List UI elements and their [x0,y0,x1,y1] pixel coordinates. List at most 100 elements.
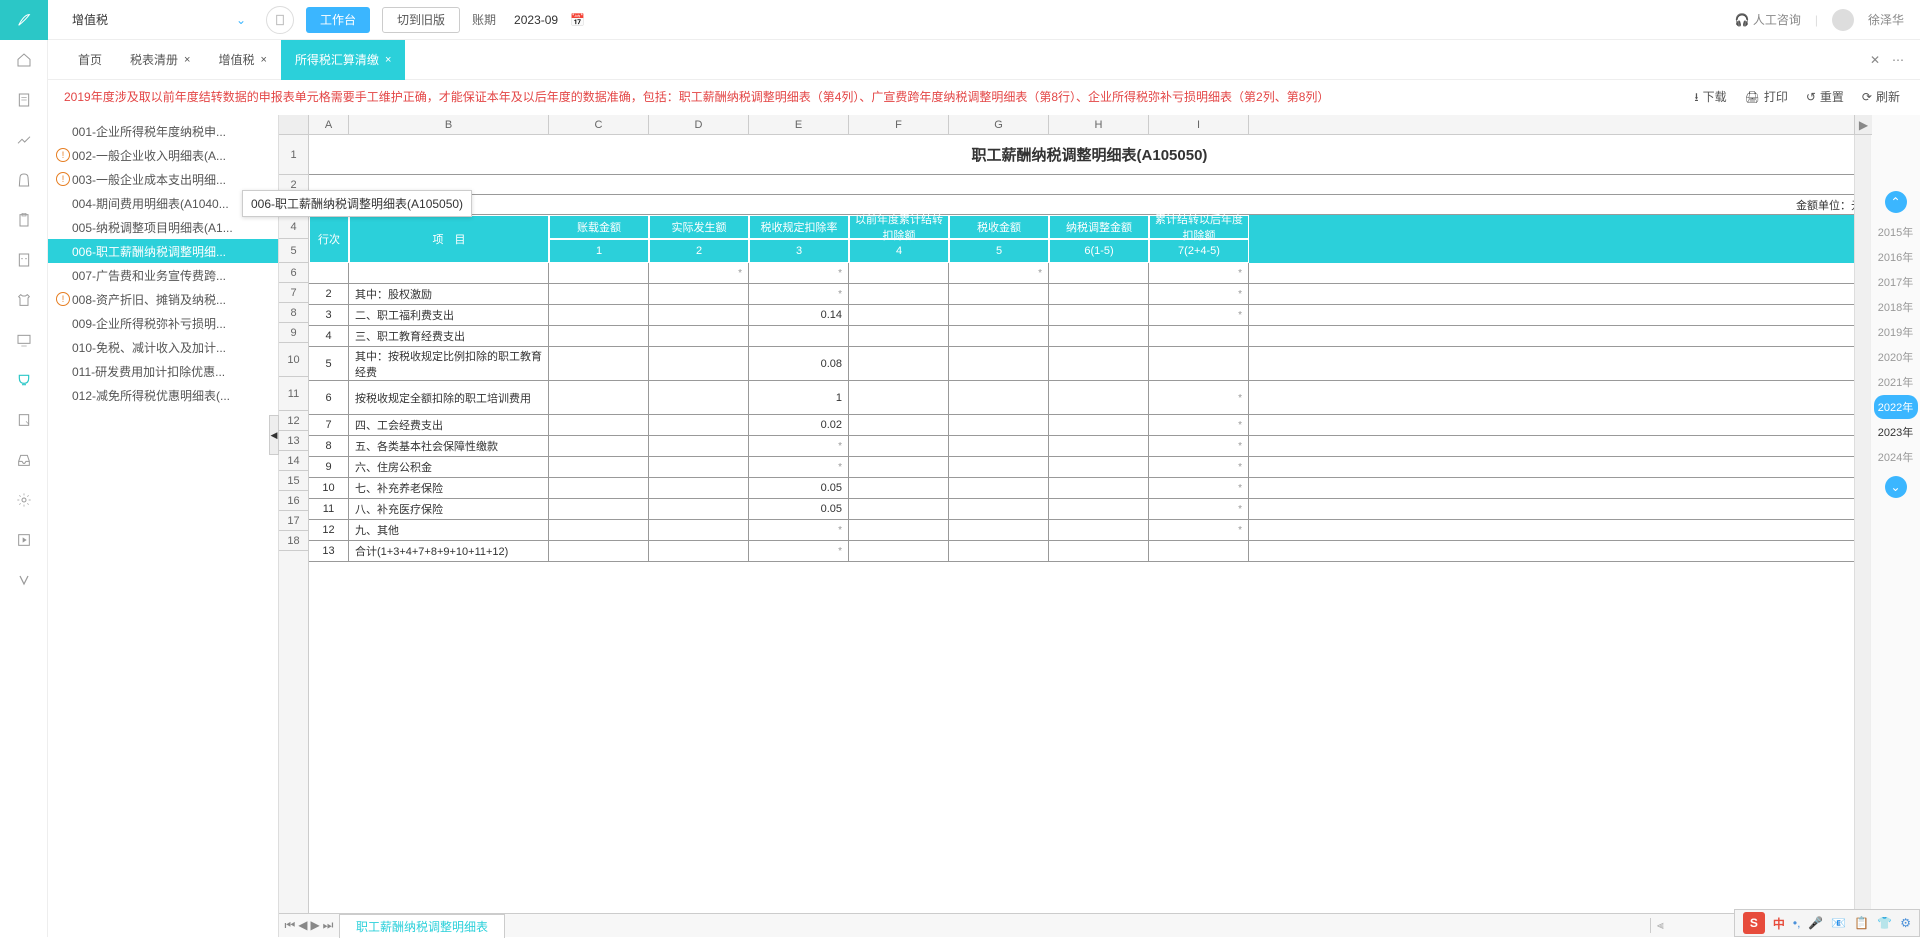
cell[interactable] [649,305,749,325]
cell[interactable]: 10 [309,478,349,498]
nav-bag-icon[interactable] [0,160,48,200]
col-header[interactable]: E [749,115,849,134]
col-header[interactable]: D [649,115,749,134]
tab-close-icon[interactable]: × [260,54,266,66]
cell[interactable]: 1 [749,381,849,415]
cell[interactable] [749,326,849,346]
download-button[interactable]: ⭳下载 [1694,88,1726,107]
cell[interactable] [1149,415,1249,435]
toc-item[interactable]: 001-企业所得税年度纳税申... [48,119,278,143]
cell[interactable] [849,381,949,415]
row-header[interactable]: 11 [279,377,308,411]
cell[interactable] [949,415,1049,435]
toc-item[interactable]: 005-纳税调整项目明细表(A1... [48,215,278,239]
cell[interactable] [749,541,849,561]
row-header[interactable]: 18 [279,531,308,551]
cell[interactable] [1149,541,1249,561]
cell[interactable] [649,541,749,561]
grid-cells[interactable]: 职工薪酬纳税调整明细表(A105050) 金额单位：元 行次项 目账载金额实际发… [309,135,1870,913]
cell[interactable] [1049,263,1149,283]
cell[interactable]: 合计(1+3+4+7+8+9+10+11+12) [349,541,549,561]
sheet-first-icon[interactable]: ⏮ [284,918,295,933]
year-button[interactable]: 2024年 [1874,445,1918,469]
toc-item[interactable]: 010-免税、减计收入及加计... [48,335,278,359]
ime-item[interactable]: •, [1793,916,1801,930]
tab-增值税[interactable]: 增值税× [204,40,280,80]
col-header[interactable]: H [1049,115,1149,134]
row-header[interactable]: 15 [279,471,308,491]
refresh-button[interactable]: ⟳刷新 [1862,88,1900,107]
cell[interactable] [1049,381,1149,415]
toc-item[interactable]: 003-一般企业成本支出明细... [48,167,278,191]
col-header[interactable]: C [549,115,649,134]
ime-item[interactable]: 📋 [1854,916,1869,930]
nav-chart-icon[interactable] [0,120,48,160]
tabs-more-icon[interactable]: ⋯ [1892,53,1904,67]
sheet-vertical-scrollbar[interactable] [1854,115,1870,913]
row-header[interactable]: 16 [279,491,308,511]
cell[interactable] [749,263,849,283]
cell[interactable] [1149,436,1249,456]
cell[interactable] [849,457,949,477]
user-avatar[interactable] [1832,9,1854,31]
cell[interactable] [849,478,949,498]
cell[interactable] [549,305,649,325]
year-up-icon[interactable]: ⌃ [1885,191,1907,213]
cell[interactable]: 8 [309,436,349,456]
cell[interactable] [549,520,649,540]
row-header[interactable]: 1 [279,135,308,175]
cell[interactable] [549,326,649,346]
cell[interactable] [949,305,1049,325]
ime-lang[interactable]: 中 [1773,915,1785,932]
reset-button[interactable]: ↺重置 [1806,88,1844,107]
ime-item[interactable]: 🎤 [1808,916,1823,930]
year-button[interactable]: 2020年 [1874,345,1918,369]
year-button[interactable]: 2018年 [1874,295,1918,319]
cell[interactable] [849,415,949,435]
sheet-prev-icon[interactable]: ◀ [298,918,307,933]
calendar-icon[interactable]: 📅 [570,13,585,27]
cell[interactable] [949,520,1049,540]
cell[interactable]: 0.05 [749,478,849,498]
toc-item[interactable]: 008-资产折旧、摊销及纳税... [48,287,278,311]
cell[interactable] [949,347,1049,381]
cell[interactable]: 五、各类基本社会保障性缴款 [349,436,549,456]
cell[interactable] [649,347,749,381]
cell[interactable] [1049,326,1149,346]
cell[interactable] [849,347,949,381]
cell[interactable]: 13 [309,541,349,561]
cell[interactable] [849,499,949,519]
cell[interactable]: 其中：股权激励 [349,284,549,304]
cell[interactable] [1049,457,1149,477]
tax-type-select[interactable]: 增值税 ⌄ [64,6,254,34]
collapse-toc-handle[interactable]: ◀ [269,415,279,455]
cell[interactable] [1049,478,1149,498]
cell[interactable] [649,263,749,283]
cell[interactable] [649,415,749,435]
cell[interactable] [949,499,1049,519]
cell[interactable] [949,263,1049,283]
nav-clipboard-icon[interactable] [0,200,48,240]
cell[interactable] [649,381,749,415]
col-header[interactable]: I [1149,115,1249,134]
cell[interactable] [1049,541,1149,561]
cell[interactable] [749,457,849,477]
cell[interactable] [849,326,949,346]
tab-首页[interactable]: 首页 [64,40,116,80]
cell[interactable] [949,457,1049,477]
app-logo[interactable] [0,0,48,40]
year-button[interactable]: 2017年 [1874,270,1918,294]
cell[interactable]: 6 [309,381,349,415]
workbench-button[interactable]: 工作台 [306,7,370,33]
cell[interactable] [1049,415,1149,435]
cell[interactable] [949,436,1049,456]
col-header[interactable]: B [349,115,549,134]
cell[interactable]: 7 [309,415,349,435]
row-header[interactable]: 17 [279,511,308,531]
cell[interactable] [549,381,649,415]
ime-item[interactable]: ⚙ [1900,916,1911,930]
cell[interactable] [949,541,1049,561]
cell[interactable]: 六、住房公积金 [349,457,549,477]
col-header[interactable]: A [309,115,349,134]
consult-link[interactable]: 🎧 人工咨询 [1735,11,1801,28]
